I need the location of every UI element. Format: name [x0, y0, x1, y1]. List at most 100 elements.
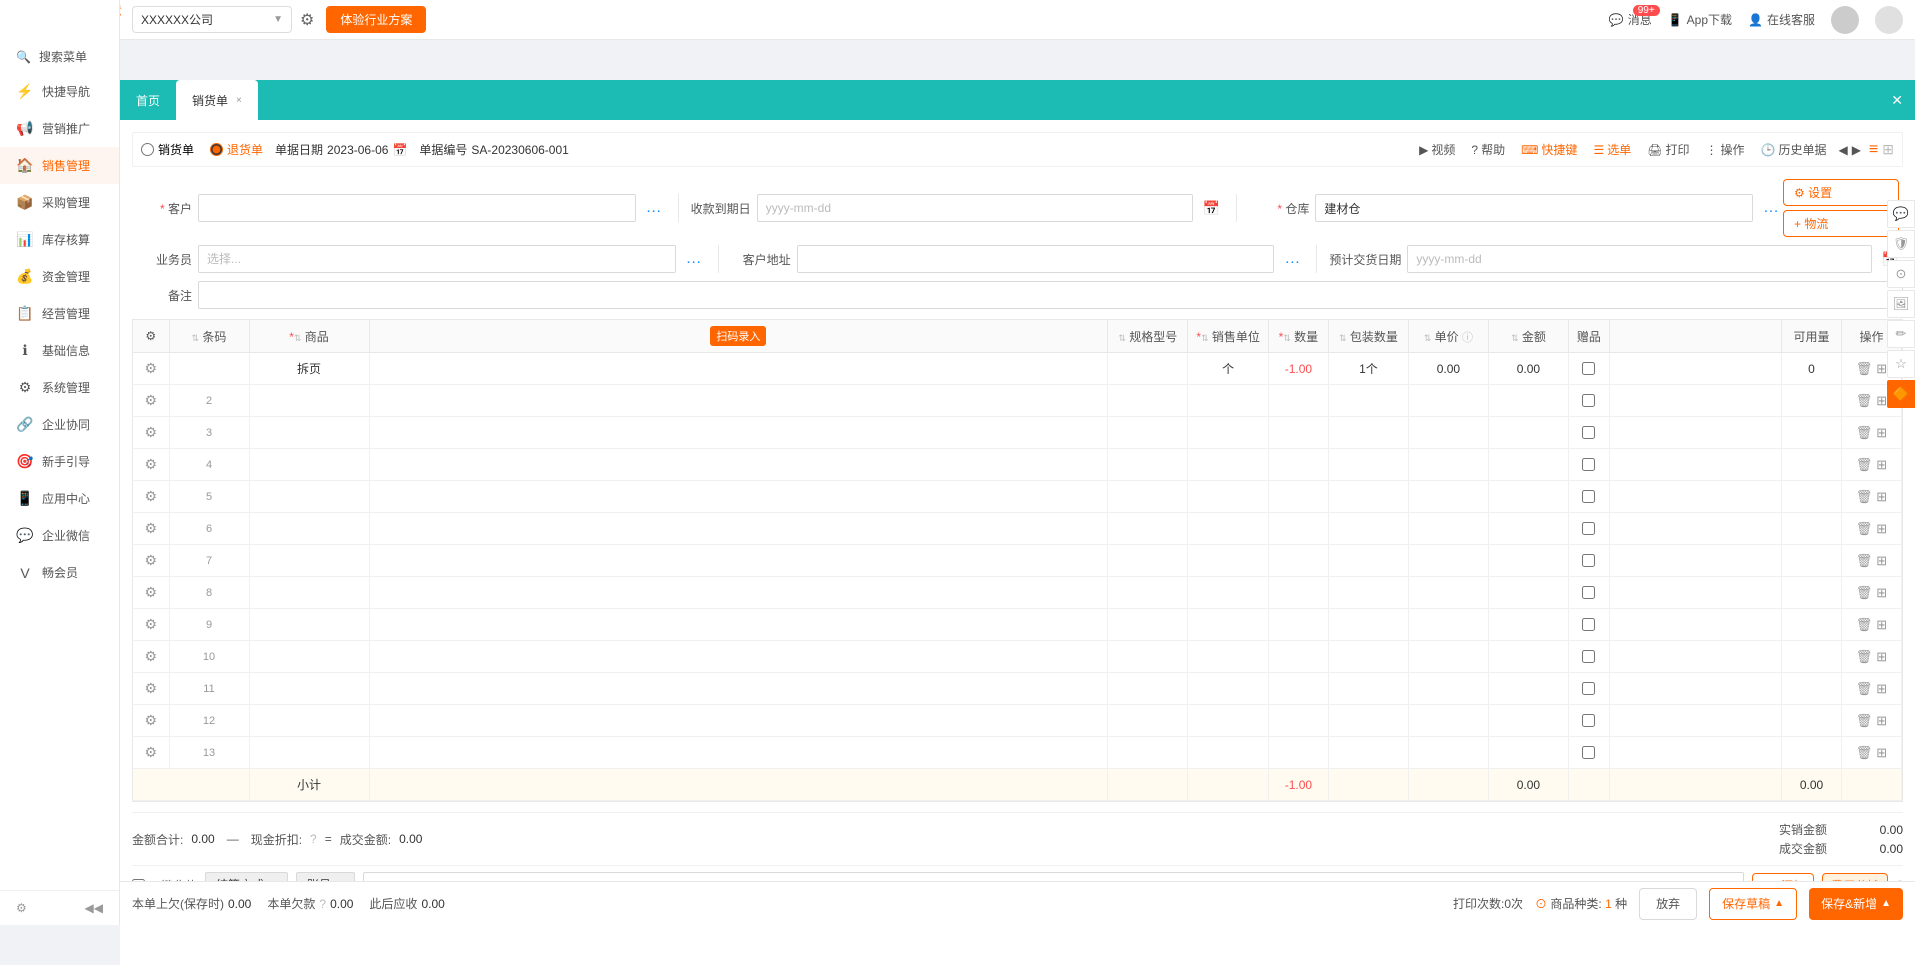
notes-input[interactable]: [198, 281, 1903, 309]
warehouse-input[interactable]: [1315, 194, 1753, 222]
customer-addr-input[interactable]: [797, 245, 1275, 273]
print-btn[interactable]: 🖨 打印: [1643, 139, 1693, 160]
save-draft-button[interactable]: 保存草稿 ▲: [1709, 888, 1797, 920]
rmp-circle-icon[interactable]: ⊙: [1887, 260, 1915, 288]
th-gear[interactable]: ⚙: [133, 320, 169, 353]
copy-icon[interactable]: ⊞: [1876, 681, 1887, 697]
due-date-input[interactable]: [757, 194, 1193, 222]
copy-icon[interactable]: ⊞: [1876, 649, 1887, 665]
rmp-orange-icon[interactable]: 🔶: [1887, 380, 1915, 408]
warehouse-dots-icon[interactable]: …: [1759, 199, 1783, 217]
debt-question-icon[interactable]: ?: [319, 897, 326, 911]
copy-icon[interactable]: ⊞: [1876, 393, 1887, 409]
grid-view-btn[interactable]: ⊞: [1882, 141, 1894, 159]
row-gear-icon[interactable]: ⚙: [144, 456, 157, 472]
expected-date-input[interactable]: [1407, 245, 1871, 273]
delete-icon[interactable]: 🗑: [1856, 457, 1873, 473]
online-service-btn[interactable]: 👤 在线客服: [1748, 11, 1815, 28]
delete-icon-1[interactable]: 🗑: [1856, 361, 1873, 377]
copy-icon[interactable]: ⊞: [1876, 745, 1887, 761]
save-new-button[interactable]: 保存&新增 ▲: [1809, 888, 1903, 920]
product-type-checkbox-area[interactable]: ⊙: [1535, 897, 1547, 911]
customer-addr-dots-icon[interactable]: …: [1280, 250, 1304, 268]
row-gear-icon[interactable]: ⚙: [144, 424, 157, 440]
td-amount-1[interactable]: 0.00: [1488, 353, 1568, 385]
settings-button[interactable]: ⚙ 设置: [1783, 179, 1899, 206]
message-btn[interactable]: 💬 消息 99+: [1609, 11, 1652, 28]
due-date-calendar-icon[interactable]: 📅: [1199, 200, 1224, 217]
list-view-btn[interactable]: ≡: [1869, 141, 1878, 159]
operate-btn[interactable]: ⋮ 操作: [1701, 139, 1748, 160]
delete-icon[interactable]: 🗑: [1856, 553, 1873, 569]
gift-checkbox[interactable]: [1582, 682, 1595, 695]
delete-icon[interactable]: 🗑: [1856, 585, 1873, 601]
td-gift-1[interactable]: [1568, 353, 1609, 385]
gift-checkbox-1[interactable]: [1582, 362, 1595, 375]
rmp-shield-icon[interactable]: 🛡: [1887, 230, 1915, 258]
salesperson-dots-icon[interactable]: …: [682, 250, 706, 268]
avatar[interactable]: [1831, 6, 1859, 34]
td-product[interactable]: [249, 545, 369, 577]
close-window-icon[interactable]: ✕: [1891, 92, 1915, 109]
sidebar-gear-icon[interactable]: ⚙: [16, 901, 27, 915]
radio-sales-label[interactable]: 销货单: [141, 141, 194, 158]
sidebar-item-business[interactable]: 📋 经营管理: [0, 295, 119, 332]
sidebar-item-finance[interactable]: 💰 资金管理: [0, 258, 119, 295]
td-product[interactable]: [249, 449, 369, 481]
sidebar-item-sales[interactable]: 🏠 销售管理: [0, 147, 119, 184]
radio-return-label[interactable]: 退货单: [210, 141, 263, 158]
delete-icon[interactable]: 🗑: [1856, 521, 1873, 537]
sidebar-item-search[interactable]: 🔍 搜索菜单: [0, 40, 119, 73]
sidebar-item-enterprise[interactable]: 🔗 企业协同: [0, 406, 119, 443]
help-btn[interactable]: ? 帮助: [1467, 139, 1509, 160]
gift-checkbox[interactable]: [1582, 586, 1595, 599]
copy-icon[interactable]: ⊞: [1876, 585, 1887, 601]
td-product[interactable]: [249, 513, 369, 545]
history-btn[interactable]: 🕒 历史单据: [1756, 139, 1830, 160]
next-btn[interactable]: ▶: [1852, 143, 1861, 157]
td-product-1[interactable]: 拆页: [249, 353, 369, 385]
app-download-btn[interactable]: 📱 App下载: [1668, 11, 1732, 28]
rmp-message-icon[interactable]: 💬: [1887, 200, 1915, 228]
copy-icon[interactable]: ⊞: [1876, 457, 1887, 473]
tab-home[interactable]: 首页: [120, 80, 176, 120]
td-barcode-1[interactable]: [169, 353, 249, 385]
tab-close-icon[interactable]: ×: [236, 95, 242, 106]
td-product[interactable]: [249, 609, 369, 641]
row-gear-icon[interactable]: ⚙: [144, 392, 157, 408]
video-btn[interactable]: ▶ 视频: [1415, 139, 1459, 160]
delete-icon[interactable]: 🗑: [1856, 713, 1873, 729]
row-gear-icon[interactable]: ⚙: [144, 616, 157, 632]
row-gear-icon[interactable]: ⚙: [144, 360, 157, 376]
row-gear-icon[interactable]: ⚙: [144, 520, 157, 536]
row-gear-icon[interactable]: ⚙: [144, 488, 157, 504]
delete-icon[interactable]: 🗑: [1856, 425, 1873, 441]
row-gear-icon[interactable]: ⚙: [144, 552, 157, 568]
th-scan[interactable]: 扫码录入: [369, 320, 1108, 353]
copy-icon[interactable]: ⊞: [1876, 553, 1887, 569]
customer-dots-icon[interactable]: …: [642, 199, 666, 217]
sidebar-item-quick-nav[interactable]: ⚡ 快捷导航: [0, 73, 119, 110]
gift-checkbox[interactable]: [1582, 554, 1595, 567]
tab-sales-order[interactable]: 销货单 ×: [176, 80, 258, 120]
sidebar-item-member[interactable]: V 畅会员: [0, 554, 119, 591]
copy-icon[interactable]: ⊞: [1876, 617, 1887, 633]
td-product[interactable]: [249, 705, 369, 737]
gift-checkbox[interactable]: [1582, 458, 1595, 471]
row-gear-icon[interactable]: ⚙: [144, 712, 157, 728]
sidebar-item-marketing[interactable]: 📢 营销推广: [0, 110, 119, 147]
td-product[interactable]: [249, 737, 369, 769]
copy-icon[interactable]: ⊞: [1876, 521, 1887, 537]
scan-button[interactable]: 扫码录入: [710, 326, 766, 346]
customer-input[interactable]: [198, 194, 636, 222]
td-product[interactable]: [249, 641, 369, 673]
td-pkgqty-1[interactable]: 1个: [1328, 353, 1408, 385]
delete-icon[interactable]: 🗑: [1856, 489, 1873, 505]
copy-icon[interactable]: ⊞: [1876, 425, 1887, 441]
td-unit-1[interactable]: 个: [1188, 353, 1269, 385]
row-gear-icon[interactable]: ⚙: [144, 680, 157, 696]
prev-btn[interactable]: ◀: [1838, 143, 1847, 157]
rmp-edit-icon[interactable]: ✏: [1887, 320, 1915, 348]
td-product[interactable]: [249, 385, 369, 417]
gift-checkbox[interactable]: [1582, 522, 1595, 535]
